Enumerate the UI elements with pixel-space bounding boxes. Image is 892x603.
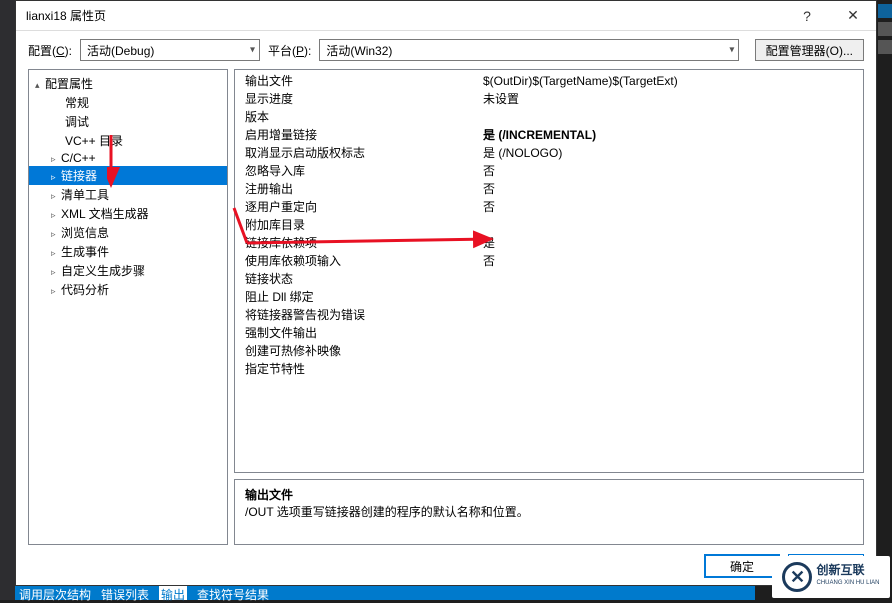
description-title: 输出文件	[245, 486, 853, 503]
description-box: 输出文件 /OUT 选项重写链接器创建的程序的默认名称和位置。	[234, 479, 864, 545]
tree-item-general[interactable]: 常规	[29, 93, 227, 112]
window-title: lianxi18 属性页	[26, 7, 784, 24]
dock-tab-icon[interactable]	[878, 4, 892, 18]
triangle-right-icon: ▹	[51, 210, 61, 221]
status-item[interactable]: 查找符号结果	[197, 586, 269, 600]
prop-row: 取消显示启动版权标志是 (/NOLOGO)	[235, 144, 863, 162]
dock-tab-icon[interactable]	[878, 22, 892, 36]
tree-item-vcdirs[interactable]: VC++ 目录	[29, 131, 227, 150]
prop-row: 指定节特性	[235, 360, 863, 378]
tree-item-ccpp[interactable]: ▹C/C++	[29, 150, 227, 166]
configuration-manager-button[interactable]: 配置管理器(O)...	[755, 39, 864, 61]
tree-item-manifest[interactable]: ▹清单工具	[29, 185, 227, 204]
ide-status-bar: 调用层次结构 错误列表 输出 查找符号结果	[15, 586, 755, 600]
prop-row: 强制文件输出	[235, 324, 863, 342]
dock-tab-icon[interactable]	[878, 40, 892, 54]
prop-row: 逐用户重定向否	[235, 198, 863, 216]
right-pane: 输出文件$(OutDir)$(TargetName)$(TargetExt) 显…	[234, 69, 864, 545]
ide-left-dock	[0, 0, 15, 600]
tree-item-debugging[interactable]: 调试	[29, 112, 227, 131]
triangle-right-icon: ▹	[51, 267, 61, 278]
status-item[interactable]: 输出	[159, 586, 187, 600]
property-pages-dialog: lianxi18 属性页 ? ✕ 配置(C): 活动(Debug) ▾ 平台(P…	[15, 0, 877, 586]
prop-row: 显示进度未设置	[235, 90, 863, 108]
triangle-right-icon: ▹	[51, 248, 61, 259]
prop-row: 使用库依赖项输入否	[235, 252, 863, 270]
prop-row: 创建可热修补映像	[235, 342, 863, 360]
tree-root-config-props[interactable]: ▴配置属性	[29, 74, 227, 93]
watermark-logo: ✕ 创新互联CHUANG XIN HU LIAN	[772, 556, 890, 598]
tree-item-buildevents[interactable]: ▹生成事件	[29, 242, 227, 261]
prop-row: 输出文件$(OutDir)$(TargetName)$(TargetExt)	[235, 72, 863, 90]
chevron-down-icon: ▾	[250, 45, 255, 56]
category-tree[interactable]: ▴配置属性 常规 调试 VC++ 目录 ▹C/C++ ▹链接器 ▹清单工具 ▹X…	[28, 69, 228, 545]
platform-combo[interactable]: 活动(Win32) ▾	[319, 39, 739, 61]
triangle-right-icon: ▹	[51, 154, 61, 165]
ok-button[interactable]: 确定	[704, 554, 780, 578]
configuration-value: 活动(Debug)	[87, 42, 154, 59]
prop-row: 阻止 Dll 绑定	[235, 288, 863, 306]
configuration-combo[interactable]: 活动(Debug) ▾	[80, 39, 260, 61]
close-button[interactable]: ✕	[830, 1, 876, 31]
prop-row: 链接状态	[235, 270, 863, 288]
tree-item-browseinfo[interactable]: ▹浏览信息	[29, 223, 227, 242]
prop-row: 版本	[235, 108, 863, 126]
triangle-right-icon: ▹	[51, 191, 61, 202]
tree-item-custombuild[interactable]: ▹自定义生成步骤	[29, 261, 227, 280]
status-item[interactable]: 错误列表	[101, 586, 149, 600]
config-label: 配置(C):	[28, 42, 72, 59]
chevron-down-icon: ▾	[729, 45, 734, 56]
tree-item-xmldoc[interactable]: ▹XML 文档生成器	[29, 204, 227, 223]
status-item[interactable]: 调用层次结构	[19, 586, 91, 600]
tree-item-linker[interactable]: ▹链接器	[29, 166, 227, 185]
platform-label: 平台(P):	[268, 42, 311, 59]
triangle-right-icon: ▹	[51, 229, 61, 240]
prop-row: 启用增量链接是 (/INCREMENTAL)	[235, 126, 863, 144]
help-button[interactable]: ?	[784, 1, 830, 31]
property-grid[interactable]: 输出文件$(OutDir)$(TargetName)$(TargetExt) 显…	[234, 69, 864, 473]
titlebar: lianxi18 属性页 ? ✕	[16, 1, 876, 31]
ide-right-dock	[878, 0, 892, 586]
prop-row: 将链接器警告视为错误	[235, 306, 863, 324]
platform-value: 活动(Win32)	[326, 42, 392, 59]
prop-row: 注册输出否	[235, 180, 863, 198]
prop-row: 链接库依赖项是	[235, 234, 863, 252]
main-area: ▴配置属性 常规 调试 VC++ 目录 ▹C/C++ ▹链接器 ▹清单工具 ▹X…	[16, 69, 876, 549]
triangle-right-icon: ▹	[51, 286, 61, 297]
config-row: 配置(C): 活动(Debug) ▾ 平台(P): 活动(Win32) ▾ 配置…	[16, 31, 876, 69]
logo-icon: ✕	[782, 562, 812, 592]
logo-text: 创新互联CHUANG XIN HU LIAN	[816, 564, 879, 590]
tree-item-codeanalysis[interactable]: ▹代码分析	[29, 280, 227, 299]
triangle-right-icon: ▹	[51, 172, 61, 183]
prop-row: 忽略导入库否	[235, 162, 863, 180]
description-body: /OUT 选项重写链接器创建的程序的默认名称和位置。	[245, 503, 853, 520]
triangle-down-icon: ▴	[35, 80, 45, 91]
prop-row: 附加库目录	[235, 216, 863, 234]
